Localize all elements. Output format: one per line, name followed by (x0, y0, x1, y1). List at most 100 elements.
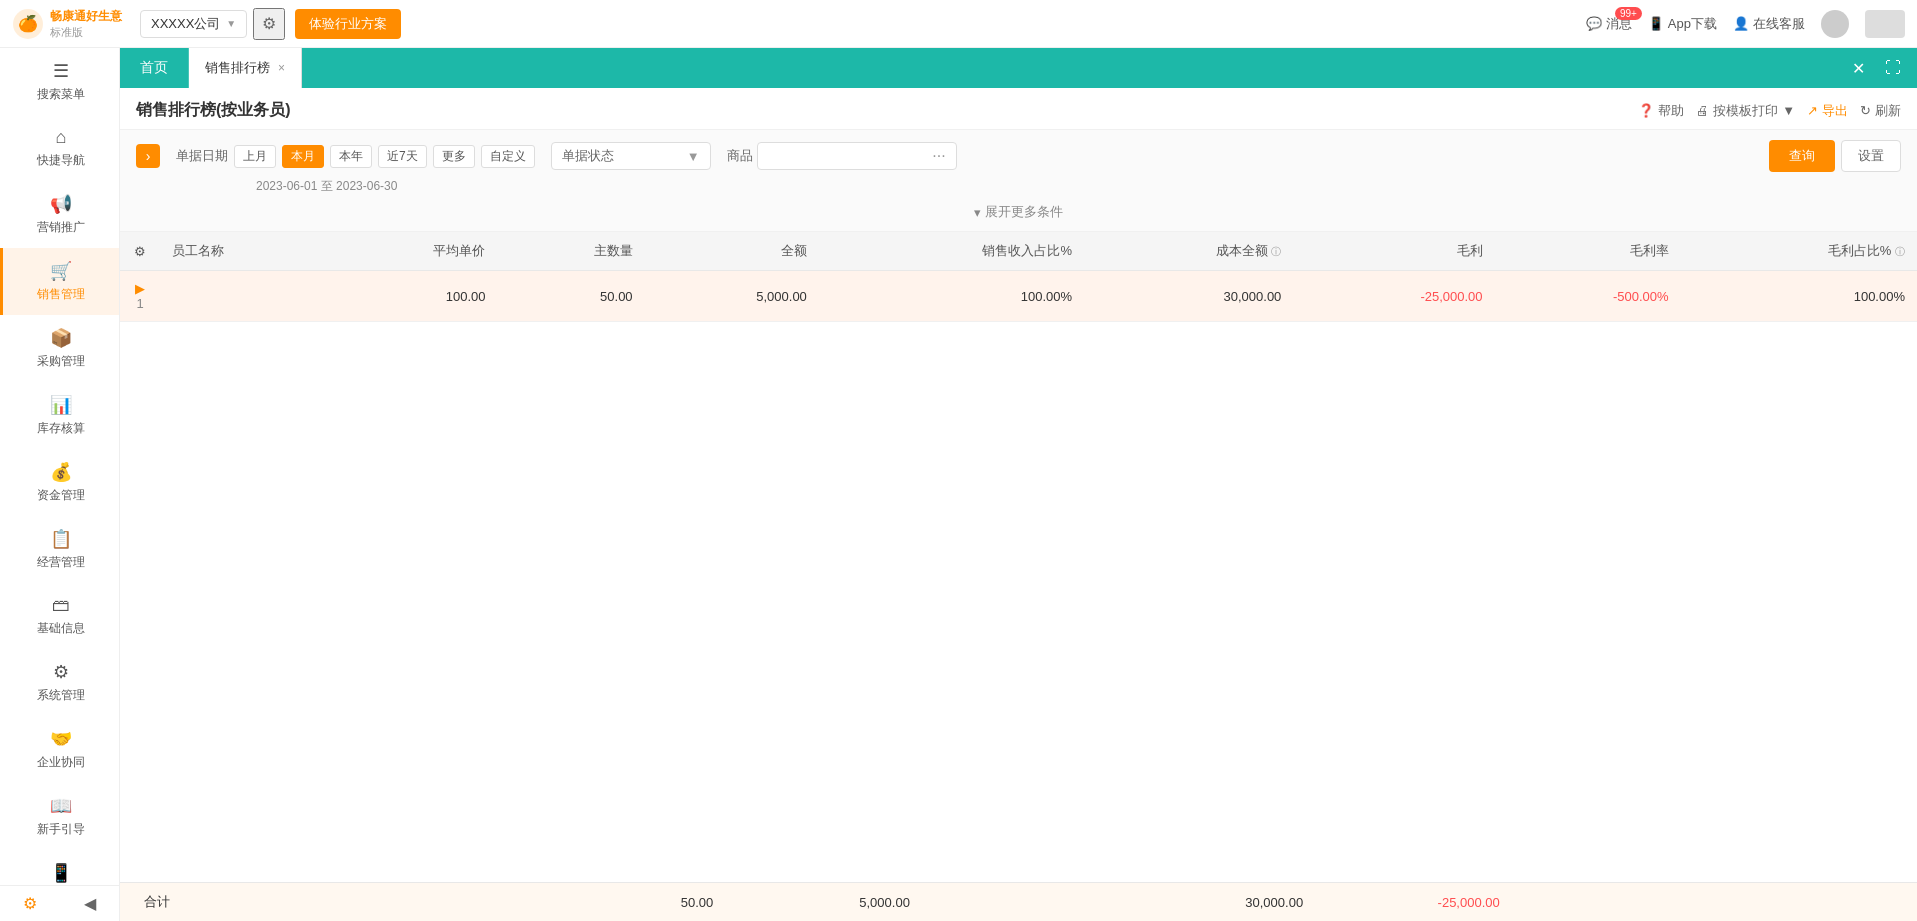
app-center-icon: 📱 (50, 862, 72, 884)
date-btn-last-month[interactable]: 上月 (234, 145, 276, 168)
sidebar-item-inventory[interactable]: 📊 库存核算 (0, 382, 119, 449)
sidebar-item-quick-nav[interactable]: ⌂ 快捷导航 (0, 115, 119, 181)
cell-main-qty: 50.00 (497, 271, 644, 322)
sidebar-item-label-inventory: 库存核算 (37, 420, 85, 437)
date-filter: 单据日期 上月 本月 本年 近7天 更多 自定义 (176, 145, 535, 168)
status-dropdown-arrow: ▼ (687, 149, 700, 164)
sales-icon: 🛒 (50, 260, 72, 282)
sidebar: ☰ 搜索菜单 ⌂ 快捷导航 📢 营销推广 🛒 销售管理 📦 采购管理 📊 库存核… (0, 48, 120, 921)
tab-sales-rank-label: 销售排行榜 (205, 59, 270, 77)
sidebar-item-sales[interactable]: 🛒 销售管理 (0, 248, 119, 315)
expand-chevron-icon: ▾ (974, 205, 981, 220)
gross-ratio-info-icon[interactable]: ⓘ (1895, 246, 1905, 257)
date-btn-this-year[interactable]: 本年 (330, 145, 372, 168)
online-service-button[interactable]: 👤 在线客服 (1733, 15, 1805, 33)
date-btn-7days[interactable]: 近7天 (378, 145, 427, 168)
purchase-icon: 📦 (50, 327, 72, 349)
tab-bar-right: ✕ ⛶ (1836, 48, 1917, 88)
avatar[interactable] (1821, 10, 1849, 38)
sidebar-item-system[interactable]: ⚙ 系统管理 (0, 649, 119, 716)
logo-icon: 🍊 (12, 8, 44, 40)
date-range-display: 2023-06-01 至 2023-06-30 (136, 176, 1901, 195)
sidebar-bottom-settings-button[interactable]: ⚙ (23, 894, 37, 913)
rank-settings-icon[interactable]: ⚙ (134, 244, 146, 259)
message-button[interactable]: 💬 消息 99+ (1586, 15, 1632, 33)
help-button[interactable]: ❓ 帮助 (1638, 102, 1684, 120)
top-header: 🍊 畅康通好生意 标准版 XXXXX公司 ▼ ⚙ 体验行业方案 💬 消息 99+… (0, 0, 1917, 48)
guide-icon: 📖 (50, 795, 72, 817)
sidebar-item-purchase[interactable]: 📦 采购管理 (0, 315, 119, 382)
table-footer: 合计 50.00 5,000.00 30,000.00 -25,000.00 (120, 882, 1917, 921)
sidebar-collapse-button[interactable]: ◀ (84, 894, 96, 913)
tab-maximize-button[interactable]: ⛶ (1879, 57, 1907, 79)
message-badge: 99+ (1615, 7, 1642, 20)
cell-employee-name (160, 271, 320, 322)
col-rank: ⚙ (120, 232, 160, 271)
footer-amount: 5,000.00 (725, 895, 922, 910)
print-button[interactable]: 🖨 按模板打印 ▼ (1696, 102, 1795, 120)
cell-amount: 5,000.00 (645, 271, 819, 322)
message-icon: 💬 (1586, 16, 1602, 31)
goods-ellipsis-icon: ··· (932, 147, 945, 165)
date-btn-custom[interactable]: 自定义 (481, 145, 535, 168)
sidebar-item-label-guide: 新手引导 (37, 821, 85, 838)
export-button[interactable]: ↗ 导出 (1807, 102, 1848, 120)
cell-cost: 30,000.00 (1084, 271, 1293, 322)
export-icon: ↗ (1807, 103, 1818, 118)
query-button[interactable]: 查询 (1769, 140, 1835, 172)
print-dropdown-arrow: ▼ (1782, 103, 1795, 118)
date-btn-this-month[interactable]: 本月 (282, 145, 324, 168)
col-main-qty: 主数量 (497, 232, 644, 271)
sidebar-item-guide[interactable]: 📖 新手引导 (0, 783, 119, 850)
status-filter[interactable]: 单据状态 ▼ (551, 142, 711, 170)
date-btn-more[interactable]: 更多 (433, 145, 475, 168)
sidebar-item-marketing[interactable]: 📢 营销推广 (0, 181, 119, 248)
goods-filter-area: 商品 ··· (727, 142, 957, 170)
tab-home[interactable]: 首页 (120, 48, 189, 88)
sidebar-item-operation[interactable]: 📋 经营管理 (0, 516, 119, 583)
tab-close-icon[interactable]: × (278, 61, 285, 75)
footer-cost: 30,000.00 (1119, 895, 1316, 910)
sidebar-item-search-order[interactable]: ☰ 搜索菜单 (0, 48, 119, 115)
sidebar-item-enterprise[interactable]: 🤝 企业协同 (0, 716, 119, 783)
tab-sales-rank[interactable]: 销售排行榜 × (189, 48, 302, 88)
filter-collapse-button[interactable]: › (136, 144, 160, 168)
sidebar-bottom-bar: ⚙ ◀ (0, 885, 120, 921)
sidebar-item-finance[interactable]: 💰 资金管理 (0, 449, 119, 516)
footer-main-qty: 50.00 (529, 895, 726, 910)
sidebar-item-label-finance: 资金管理 (37, 487, 85, 504)
date-range-text: 2023-06-01 至 2023-06-30 (256, 179, 397, 193)
filter-row: › 单据日期 上月 本月 本年 近7天 更多 自定义 单据状态 (136, 140, 1901, 172)
filter-buttons: 查询 设置 (1769, 140, 1901, 172)
app-download-button[interactable]: 📱 App下载 (1648, 15, 1717, 33)
cell-gross-rate: -500.00% (1495, 271, 1681, 322)
tab-close-all-button[interactable]: ✕ (1846, 57, 1871, 80)
col-employee-name: 员工名称 (160, 232, 320, 271)
company-selector[interactable]: XXXXX公司 ▼ (140, 10, 247, 38)
rank-icon: ▶ (135, 281, 145, 296)
page-header: 销售排行榜(按业务员) ❓ 帮助 🖨 按模板打印 ▼ ↗ 导出 (120, 88, 1917, 130)
sidebar-item-label-operation: 经营管理 (37, 554, 85, 571)
goods-filter[interactable]: ··· (757, 142, 957, 170)
sidebar-item-basic-info[interactable]: 🗃 基础信息 (0, 583, 119, 649)
refresh-button[interactable]: ↻ 刷新 (1860, 102, 1901, 120)
print-icon: 🖨 (1696, 103, 1709, 118)
operation-icon: 📋 (50, 528, 72, 550)
page-content: 销售排行榜(按业务员) ❓ 帮助 🖨 按模板打印 ▼ ↗ 导出 (120, 88, 1917, 921)
sidebar-item-label-purchase: 采购管理 (37, 353, 85, 370)
expand-more-button[interactable]: ▾ 展开更多条件 (136, 203, 1901, 221)
company-name: XXXXX公司 (151, 15, 220, 33)
logo-text: 畅康通好生意 标准版 (50, 8, 122, 40)
sidebar-item-label-quick: 快捷导航 (37, 152, 85, 169)
cost-info-icon[interactable]: ⓘ (1271, 246, 1281, 257)
settings-button[interactable]: 设置 (1841, 140, 1901, 172)
cell-sales-ratio: 100.00% (819, 271, 1084, 322)
refresh-icon: ↻ (1860, 103, 1871, 118)
trial-button[interactable]: 体验行业方案 (295, 9, 401, 39)
svg-text:🍊: 🍊 (18, 14, 38, 33)
col-avg-price: 平均单价 (320, 232, 497, 271)
table-row: ▶ 1 100.00 50.00 5,000.00 100.00% 30,000… (120, 271, 1917, 322)
company-settings-button[interactable]: ⚙ (253, 8, 285, 40)
basic-info-icon: 🗃 (52, 595, 70, 616)
sidebar-item-label-marketing: 营销推广 (37, 219, 85, 236)
